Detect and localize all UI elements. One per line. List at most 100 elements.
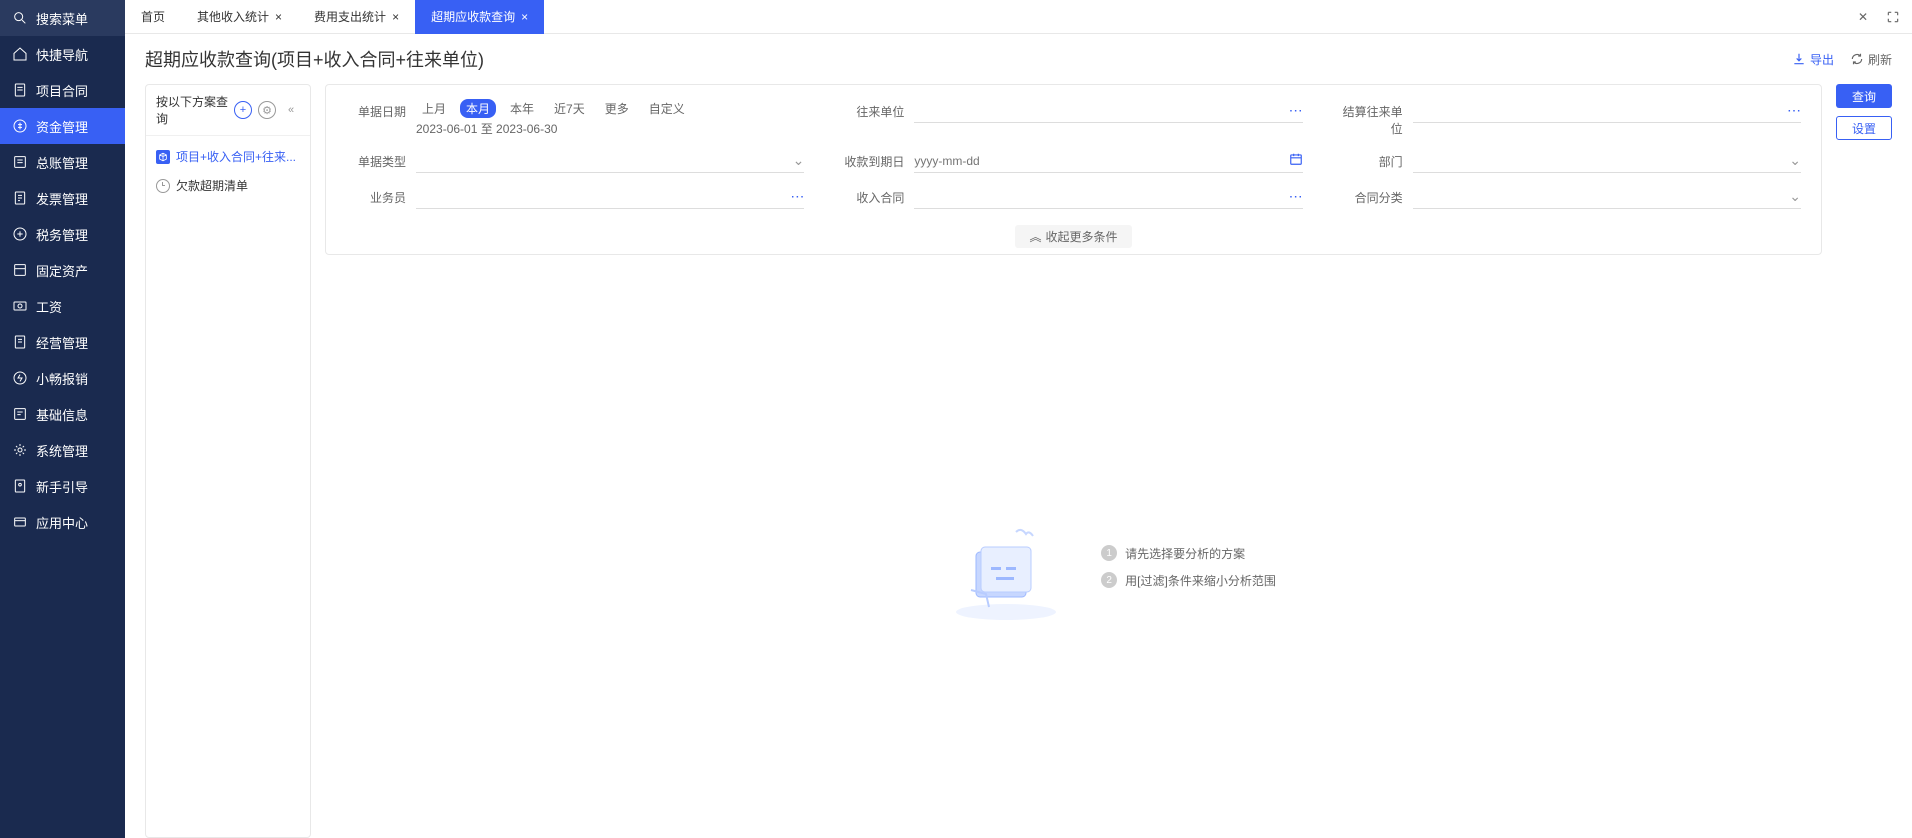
info-icon [12,406,28,422]
scheme-item-project-contract-partner[interactable]: 项目+收入合同+往来... [146,142,310,171]
refresh-label: 刷新 [1868,51,1892,68]
sales-input[interactable] [416,190,784,204]
tab-overdue-query[interactable]: 超期应收款查询× [415,0,544,34]
export-icon [1792,52,1806,66]
scheme-item-overdue-list[interactable]: 欠款超期清单 [146,171,310,200]
step-text: 请先选择要分析的方案 [1125,545,1245,562]
scheme-settings-button[interactable]: ⚙ [258,101,276,119]
date-quick-last-month[interactable]: 上月 [416,99,452,118]
filter-label: 收入合同 [844,185,914,206]
tab-label: 其他收入统计 [197,8,269,25]
sidebar-item-apps[interactable]: 应用中心 [0,504,125,540]
sidebar-item-operate[interactable]: 经营管理 [0,324,125,360]
sidebar-item-money[interactable]: 资金管理 [0,108,125,144]
due-date-input[interactable] [914,154,1282,168]
export-label: 导出 [1810,51,1834,68]
date-quick-more[interactable]: 更多 [599,99,635,118]
tab-other-income[interactable]: 其他收入统计 × [181,0,298,34]
page-header: 超期应收款查询(项目+收入合同+往来单位) 导出 刷新 [125,34,1912,84]
sidebar-item-contract[interactable]: 项目合同 [0,72,125,108]
filter-label: 收款到期日 [844,149,914,170]
collapse-panel-button[interactable]: « [282,101,300,119]
sidebar-item-label: 基础信息 [36,405,88,424]
scheme-item-label: 欠款超期清单 [176,177,248,194]
empty-step-2: 2 用[过滤]条件来缩小分析范围 [1101,572,1276,589]
more-icon[interactable]: ⋯ [790,188,804,205]
more-icon[interactable]: ⋯ [1289,188,1303,205]
sidebar-item-home[interactable]: 快捷导航 [0,36,125,72]
settings-button[interactable]: 设置 [1836,116,1892,140]
export-button[interactable]: 导出 [1792,51,1834,68]
close-icon[interactable]: × [275,10,282,24]
sidebar-item-ledger[interactable]: 总账管理 [0,144,125,180]
add-scheme-button[interactable]: + [234,101,252,119]
chevron-down-icon[interactable]: ⌄ [793,152,805,169]
sidebar-item-invoice[interactable]: 发票管理 [0,180,125,216]
filter-label: 业务员 [346,185,416,206]
guide-icon [12,478,28,494]
scheme-panel: 按以下方案查询 + ⚙ « 项目+收入合同+往来... 欠款超期清单 [145,84,311,838]
empty-illustration [941,512,1071,622]
search-icon [12,10,28,26]
tab-home[interactable]: 首页 [125,0,181,34]
doc-type-input[interactable] [416,154,784,168]
sidebar-item-label: 经营管理 [36,333,88,352]
chevron-down-icon[interactable]: ⌄ [1789,152,1801,169]
chevron-down-icon[interactable]: ⌄ [1789,188,1801,205]
query-button[interactable]: 查询 [1836,84,1892,108]
collapse-label: 收起更多条件 [1046,228,1118,245]
fullscreen-icon[interactable] [1884,8,1902,26]
sidebar-item-label: 工资 [36,297,62,316]
step-number: 2 [1101,572,1117,588]
date-quick-7days[interactable]: 近7天 [548,99,591,118]
date-quick-this-year[interactable]: 本年 [504,99,540,118]
tab-expense[interactable]: 费用支出统计× [298,0,415,34]
more-icon[interactable]: ⋯ [1787,102,1801,119]
partner-input[interactable] [914,104,1282,118]
collapse-filters-button[interactable]: ︽ 收起更多条件 [1015,225,1131,248]
money-icon [12,118,28,134]
sidebar-item-salary[interactable]: 工资 [0,288,125,324]
cube-icon [156,150,170,164]
sidebar-item-reimburse[interactable]: 小畅报销 [0,360,125,396]
clock-icon [156,179,170,193]
scheme-header-label: 按以下方案查询 [156,93,234,127]
sidebar-item-label: 快捷导航 [36,45,88,64]
close-icon[interactable]: × [521,10,528,24]
filter-partner: 往来单位 ⋯ [844,99,1302,137]
filter-doc-date: 单据日期 上月 本月 本年 近7天 更多 自定义 [346,99,804,137]
sidebar-item-info[interactable]: 基础信息 [0,396,125,432]
sidebar-item-system[interactable]: 系统管理 [0,432,125,468]
ledger-icon [12,154,28,170]
sidebar-item-tax[interactable]: 税务管理 [0,216,125,252]
calendar-icon[interactable] [1289,152,1303,169]
filter-label: 单据类型 [346,149,416,170]
invoice-icon [12,190,28,206]
dept-input[interactable] [1413,154,1781,168]
sidebar-item-label: 税务管理 [36,225,88,244]
sidebar-item-asset[interactable]: 固定资产 [0,252,125,288]
operate-icon [12,334,28,350]
sidebar-item-search[interactable]: 搜索菜单 [0,0,125,36]
sidebar-item-guide[interactable]: 新手引导 [0,468,125,504]
date-quick-this-month[interactable]: 本月 [460,99,496,118]
sidebar-item-label: 应用中心 [36,513,88,532]
date-range-text: 2023-06-01 至 2023-06-30 [416,120,804,137]
step-text: 用[过滤]条件来缩小分析范围 [1125,572,1276,589]
refresh-button[interactable]: 刷新 [1850,51,1892,68]
filter-sales: 业务员 ⋯ [346,185,804,209]
contract-type-input[interactable] [1413,190,1781,204]
sidebar-item-label: 项目合同 [36,81,88,100]
more-icon[interactable]: ⋯ [1289,102,1303,119]
sidebar-item-label: 总账管理 [36,153,88,172]
filter-label: 往来单位 [844,99,914,120]
filter-settle-partner: 结算往来单位 ⋯ [1343,99,1801,137]
sidebar-item-label: 固定资产 [36,261,88,280]
date-quick-custom[interactable]: 自定义 [643,99,691,118]
income-contract-input[interactable] [914,190,1282,204]
close-icon[interactable]: × [392,10,399,24]
settle-partner-input[interactable] [1413,104,1781,118]
sidebar-item-label: 搜索菜单 [36,9,88,28]
close-all-icon[interactable]: ✕ [1854,8,1872,26]
filter-dept: 部门 ⌄ [1343,149,1801,173]
